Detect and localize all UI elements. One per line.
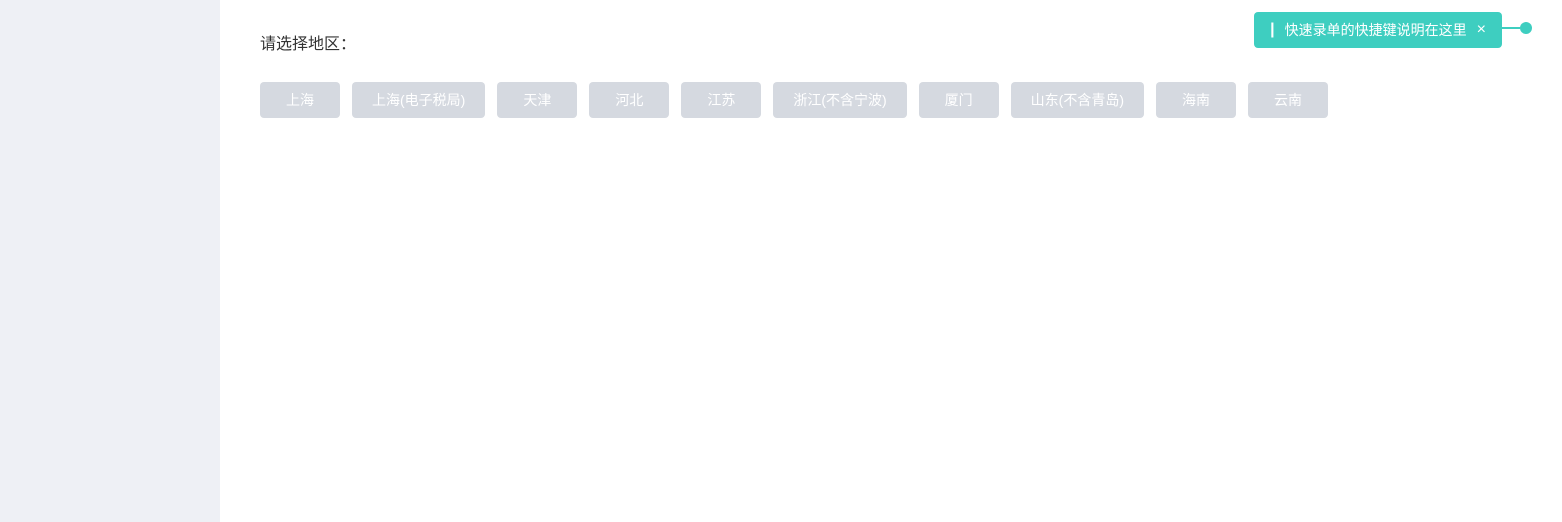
- region-grid: 上海上海(电子税局) 天津河北江苏浙江(不含宁波) 厦门山东(不含青岛) 海南云南: [260, 82, 1522, 118]
- main-content: 请选择地区： 上海上海(电子税局)天津河北江苏浙江(不含宁波)厦门山东(不含青岛…: [220, 0, 1562, 522]
- region-button-3[interactable]: 河北: [589, 82, 669, 118]
- tooltip-line: [1502, 27, 1520, 29]
- tooltip-banner: 快速录单的快捷键说明在这里 ×: [1254, 12, 1502, 48]
- region-button-8[interactable]: 海南: [1156, 82, 1236, 118]
- tooltip-text: 快速录单的快捷键说明在这里: [1285, 20, 1467, 40]
- region-button-4[interactable]: 江苏: [681, 82, 761, 118]
- region-button-1[interactable]: 上海(电子税局): [352, 82, 485, 118]
- region-button-9[interactable]: 云南: [1248, 82, 1328, 118]
- sidebar: [0, 0, 220, 522]
- region-button-7[interactable]: 山东(不含青岛): [1011, 82, 1144, 118]
- region-button-2[interactable]: 天津: [497, 82, 577, 118]
- tooltip-close-button[interactable]: ×: [1477, 22, 1486, 38]
- region-button-5[interactable]: 浙江(不含宁波): [773, 82, 906, 118]
- tooltip-dot: [1520, 22, 1532, 34]
- region-button-6[interactable]: 厦门: [919, 82, 999, 118]
- region-button-0[interactable]: 上海: [260, 82, 340, 118]
